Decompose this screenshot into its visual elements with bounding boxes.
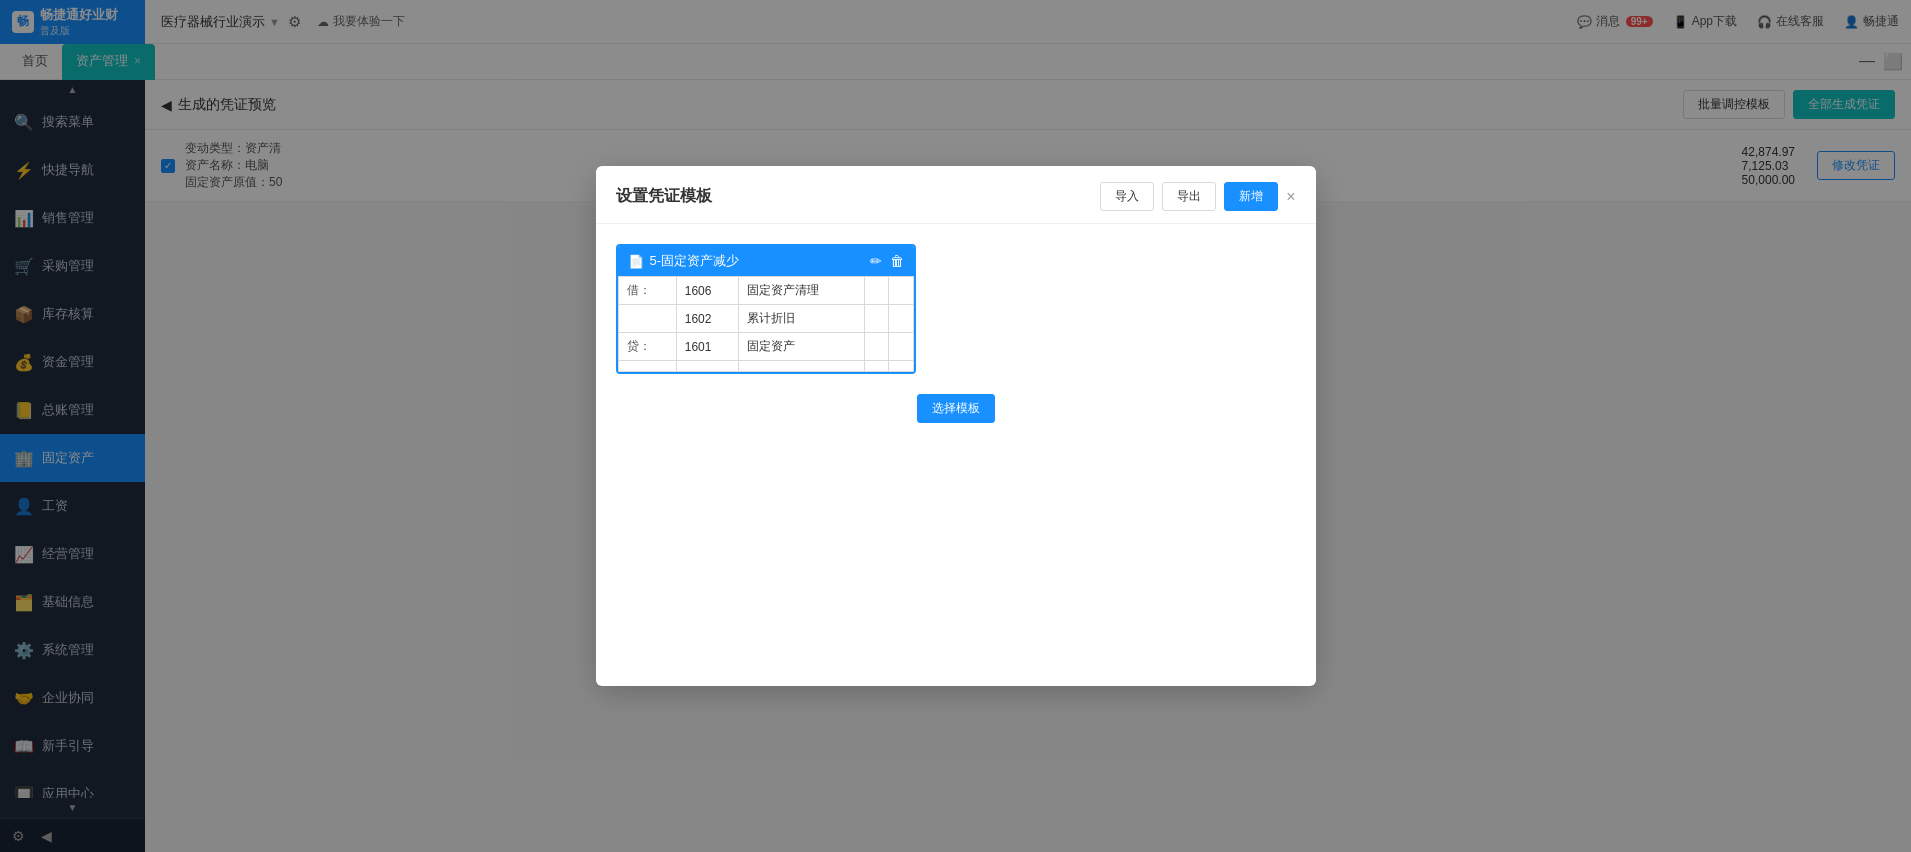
modal-close-button[interactable]: × <box>1286 182 1295 211</box>
template-entries-table: 借： 1606 固定资产清理 1602 累计折旧 <box>618 276 914 372</box>
modal-title: 设置凭证模板 <box>616 186 712 207</box>
template-name: 5-固定资产减少 <box>650 252 740 270</box>
modal-set-template: 设置凭证模板 导入 导出 新增 × 📄 5-固定资产减少 ✏ 🗑 <box>596 166 1316 686</box>
select-template-button[interactable]: 选择模板 <box>917 394 995 423</box>
entry-account-0: 固定资产清理 <box>738 277 864 305</box>
table-row: 借： 1606 固定资产清理 <box>618 277 913 305</box>
table-row: 贷： 1601 固定资产 <box>618 333 913 361</box>
entry-extra-1 <box>865 305 889 333</box>
modal-toolbar: 导入 导出 新增 × <box>1100 182 1295 211</box>
entry-account-1: 累计折旧 <box>738 305 864 333</box>
template-delete-icon[interactable]: 🗑 <box>890 253 904 269</box>
entry-extra-0 <box>865 277 889 305</box>
entry-code-0: 1606 <box>676 277 738 305</box>
entry-type-1 <box>618 305 676 333</box>
template-doc-icon: 📄 <box>628 254 644 269</box>
entry-extra2-2 <box>889 333 913 361</box>
entry-code-2: 1601 <box>676 333 738 361</box>
modal-header: 设置凭证模板 导入 导出 新增 × <box>596 166 1316 224</box>
modal-overlay: 设置凭证模板 导入 导出 新增 × 📄 5-固定资产减少 ✏ 🗑 <box>0 0 1911 852</box>
entry-extra2-0 <box>889 277 913 305</box>
entry-type-0: 借： <box>618 277 676 305</box>
entry-extra2-3 <box>889 361 913 372</box>
template-edit-icon[interactable]: ✏ <box>870 253 882 269</box>
entry-account-2: 固定资产 <box>738 333 864 361</box>
entry-type-3 <box>618 361 676 372</box>
entry-extra-2 <box>865 333 889 361</box>
import-button[interactable]: 导入 <box>1100 182 1154 211</box>
modal-body: 📄 5-固定资产减少 ✏ 🗑 借： 1606 固定资产清理 <box>596 224 1316 686</box>
entry-account-3 <box>738 361 864 372</box>
entry-code-1: 1602 <box>676 305 738 333</box>
table-row <box>618 361 913 372</box>
template-card-header: 📄 5-固定资产减少 ✏ 🗑 <box>618 246 914 276</box>
entry-extra2-1 <box>889 305 913 333</box>
entry-type-2: 贷： <box>618 333 676 361</box>
template-card-title: 📄 5-固定资产减少 <box>628 252 740 270</box>
table-row: 1602 累计折旧 <box>618 305 913 333</box>
template-card-actions: ✏ 🗑 <box>870 253 904 269</box>
entry-code-3 <box>676 361 738 372</box>
export-button[interactable]: 导出 <box>1162 182 1216 211</box>
select-template-area: 选择模板 <box>616 394 1296 423</box>
new-template-button[interactable]: 新增 <box>1224 182 1278 211</box>
template-card: 📄 5-固定资产减少 ✏ 🗑 借： 1606 固定资产清理 <box>616 244 916 374</box>
entry-extra-3 <box>865 361 889 372</box>
